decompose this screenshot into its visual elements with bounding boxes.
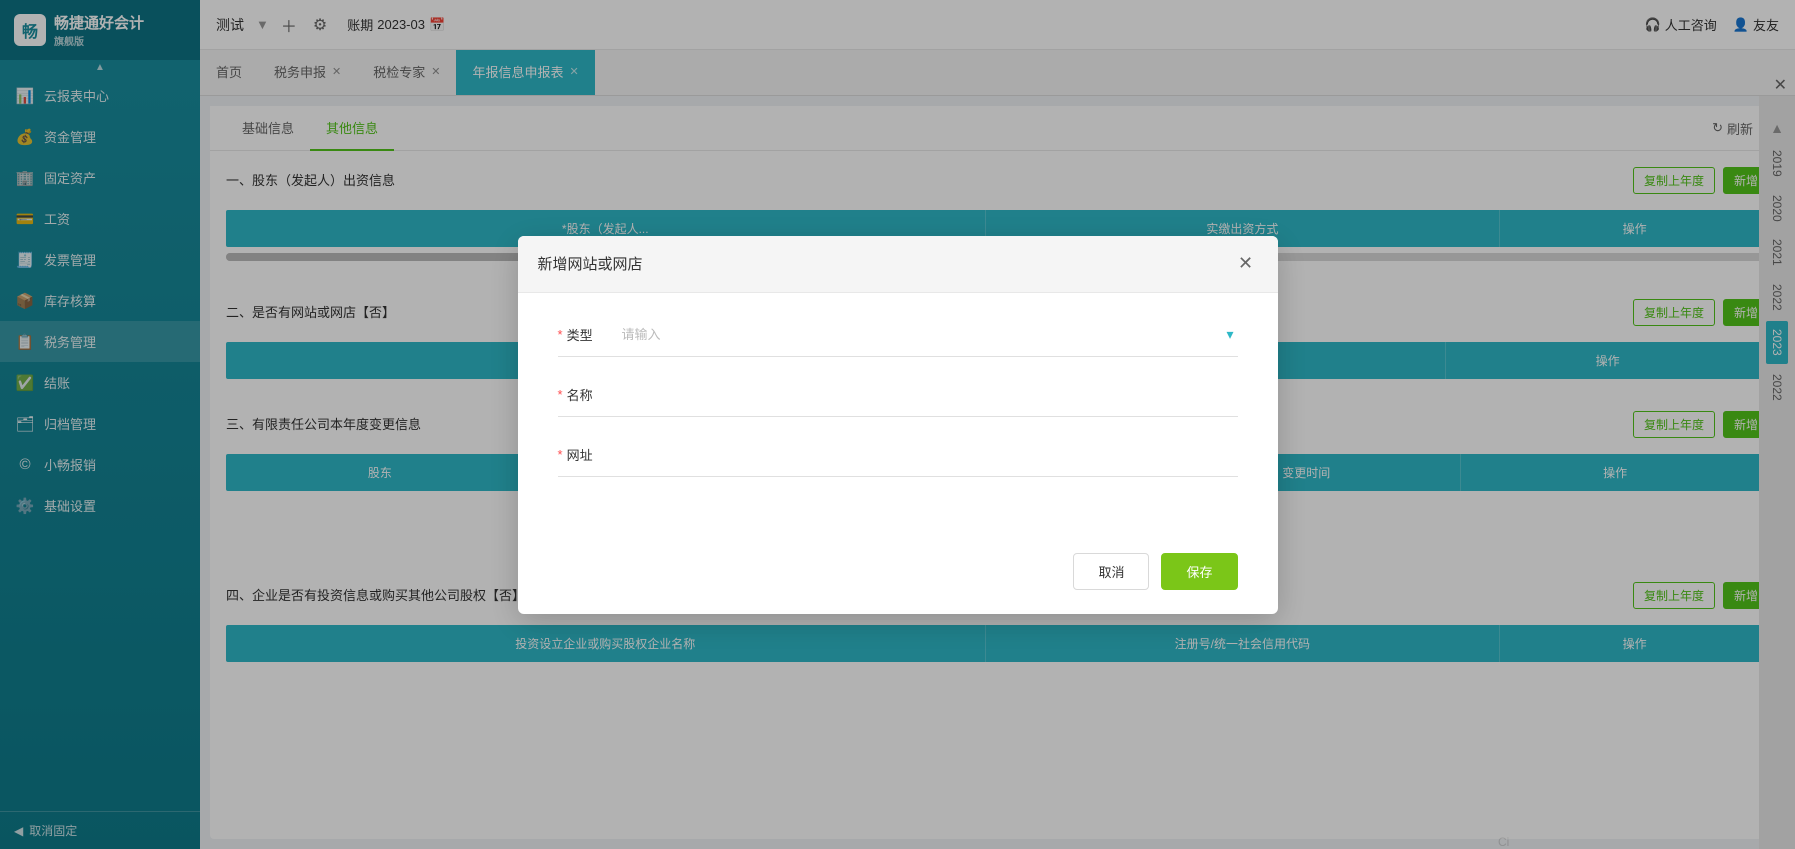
modal-body: * 类型 ▾ * 名称 * xyxy=(518,293,1278,537)
modal-close-button[interactable]: ✕ xyxy=(1234,252,1258,276)
modal-title: 新增网站或网店 xyxy=(538,253,643,274)
form-field-url: * 网址 xyxy=(558,445,1238,477)
form-field-name: * 名称 xyxy=(558,385,1238,417)
modal-add-website: 新增网站或网店 ✕ * 类型 ▾ * 名称 xyxy=(518,236,1278,614)
save-button[interactable]: 保存 xyxy=(1161,553,1237,590)
required-marker-name: * xyxy=(558,387,563,402)
required-marker: * xyxy=(558,327,563,342)
modal-footer: 取消 保存 xyxy=(518,537,1278,614)
cancel-button[interactable]: 取消 xyxy=(1073,553,1149,590)
modal-header: 新增网站或网店 ✕ xyxy=(518,236,1278,293)
form-field-type: * 类型 ▾ xyxy=(558,325,1238,357)
form-input-wrap-url xyxy=(618,445,1238,464)
form-label-type: * 类型 xyxy=(558,325,618,344)
type-input[interactable] xyxy=(618,325,1238,344)
url-input[interactable] xyxy=(618,445,1238,464)
required-marker-url: * xyxy=(558,447,563,462)
dropdown-arrow-icon[interactable]: ▾ xyxy=(1226,326,1233,343)
form-label-url: * 网址 xyxy=(558,445,618,464)
form-input-wrap-name xyxy=(618,385,1238,404)
name-input[interactable] xyxy=(618,385,1238,404)
form-input-wrap-type: ▾ xyxy=(618,325,1238,344)
form-label-name: * 名称 xyxy=(558,385,618,404)
modal-overlay[interactable]: 新增网站或网店 ✕ * 类型 ▾ * 名称 xyxy=(0,0,1795,849)
